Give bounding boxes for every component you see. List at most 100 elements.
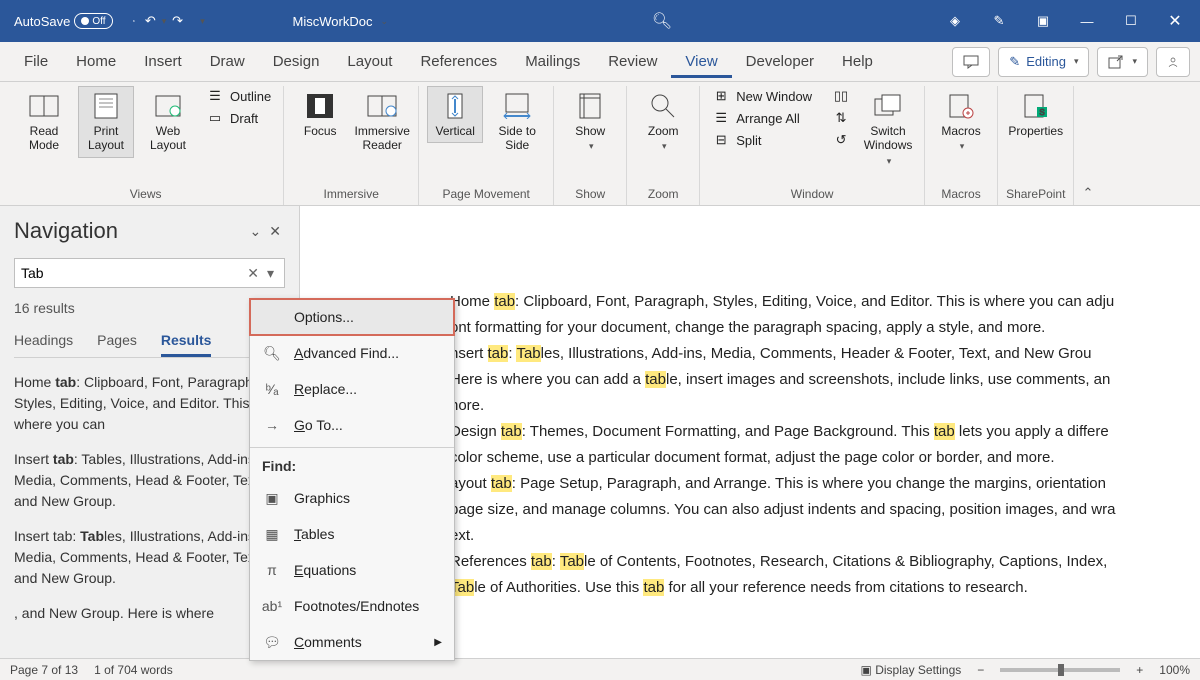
group-sharepoint: SProperties SharePoint xyxy=(998,86,1074,205)
side-to-side-button[interactable]: Side to Side xyxy=(489,86,545,158)
menu-graphics[interactable]: ▣Graphics xyxy=(250,480,454,516)
new-window-button[interactable]: ⊞New Window xyxy=(708,86,816,106)
menu-advanced-find[interactable]: 🔍︎Advanced Find... xyxy=(250,335,454,371)
show-label: Show xyxy=(575,124,605,138)
macros-label: Macros xyxy=(941,124,980,138)
tab-mailings[interactable]: Mailings xyxy=(511,45,594,78)
menu-footnotes[interactable]: ab¹Footnotes/Endnotes xyxy=(250,588,454,624)
tab-review[interactable]: Review xyxy=(594,45,671,78)
status-page[interactable]: Page 7 of 13 xyxy=(10,663,78,677)
zoom-slider[interactable] xyxy=(1000,668,1120,672)
show-button[interactable]: Show▾ xyxy=(562,86,618,157)
properties-label: Properties xyxy=(1008,124,1063,138)
diamond-icon[interactable]: ◈ xyxy=(936,6,974,36)
chevron-down-icon: ▾ xyxy=(887,156,892,167)
status-bar: Page 7 of 13 1 of 704 words ▣ Display Se… xyxy=(0,658,1200,680)
menu-equations[interactable]: πEquations xyxy=(250,552,454,588)
display-settings-label: Display Settings xyxy=(875,663,961,677)
sync-scroll-button[interactable]: ⇅ xyxy=(828,108,854,128)
nav-search-input[interactable] xyxy=(21,265,243,281)
chevron-down-icon: ▾ xyxy=(1074,56,1079,67)
draft-button[interactable]: ▭Draft xyxy=(202,108,275,128)
tab-design[interactable]: Design xyxy=(259,45,334,78)
display-settings-button[interactable]: ▣ Display Settings xyxy=(861,663,962,677)
nav-tab-headings[interactable]: Headings xyxy=(14,332,73,357)
group-show: Show▾ Show xyxy=(554,86,627,205)
document-title[interactable]: MiscWorkDoc⌄ xyxy=(293,14,388,29)
redo-icon[interactable]: ↷ xyxy=(169,12,187,30)
nav-close-icon[interactable]: ✕ xyxy=(265,219,285,244)
arrange-all-label: Arrange All xyxy=(736,111,800,126)
editing-mode-button[interactable]: ✎Editing▾ xyxy=(998,47,1089,77)
nav-tab-pages[interactable]: Pages xyxy=(97,332,137,357)
group-macros: Macros▾ Macros xyxy=(925,86,998,205)
outline-button[interactable]: ☰Outline xyxy=(202,86,275,106)
result-item[interactable]: Insert tab: Tables, Illustrations, Add-i… xyxy=(14,526,285,589)
status-words[interactable]: 1 of 704 words xyxy=(94,663,173,677)
undo-icon[interactable]: ↶▾ xyxy=(147,12,165,30)
focus-button[interactable]: Focus xyxy=(292,86,348,143)
window-icon[interactable]: ▣ xyxy=(1024,6,1062,36)
tab-insert[interactable]: Insert xyxy=(130,45,196,78)
immersive-reader-button[interactable]: Immersive Reader xyxy=(354,86,410,158)
tab-draw[interactable]: Draw xyxy=(196,45,259,78)
search-dropdown-icon[interactable]: ▾ xyxy=(263,265,278,282)
view-side-by-side-button[interactable]: ▯▯ xyxy=(828,86,854,106)
clear-search-icon[interactable]: ✕ xyxy=(243,265,263,282)
nav-collapse-icon[interactable]: ⌄ xyxy=(246,219,266,244)
group-zoom: Zoom▾ Zoom xyxy=(627,86,700,205)
read-mode-button[interactable]: Read Mode xyxy=(16,86,72,158)
results-list: Home tab: Clipboard, Font, Paragraph, St… xyxy=(14,372,285,638)
minimize-button[interactable]: — xyxy=(1068,6,1106,36)
tab-references[interactable]: References xyxy=(406,45,511,78)
search-options-menu: Options... 🔍︎Advanced Find... ᵇ⁄ₐReplace… xyxy=(249,298,455,661)
autosave-state: Off xyxy=(92,16,105,27)
tab-layout[interactable]: Layout xyxy=(333,45,406,78)
tab-view[interactable]: View xyxy=(671,45,731,78)
immersive-reader-label: Immersive Reader xyxy=(355,124,410,153)
brush-icon[interactable]: ✎ xyxy=(980,6,1018,36)
menu-goto[interactable]: →Go To... xyxy=(250,407,454,443)
split-button[interactable]: ⊟Split xyxy=(708,130,816,150)
switch-windows-button[interactable]: Switch Windows▾ xyxy=(860,86,916,172)
tab-home[interactable]: Home xyxy=(62,45,130,78)
nav-search-box[interactable]: ✕ ▾ xyxy=(14,258,285,288)
menu-comments[interactable]: 💬︎Comments▶ xyxy=(250,624,454,660)
share-button[interactable]: ▾ xyxy=(1097,47,1148,77)
tab-developer[interactable]: Developer xyxy=(732,45,828,78)
vertical-button[interactable]: Vertical xyxy=(427,86,483,143)
zoom-in-button[interactable]: + xyxy=(1136,663,1143,677)
tables-icon: ▦ xyxy=(262,526,282,543)
tab-help[interactable]: Help xyxy=(828,45,887,78)
zoom-button[interactable]: Zoom▾ xyxy=(635,86,691,157)
reset-window-button[interactable]: ↺ xyxy=(828,130,854,150)
arrange-all-button[interactable]: ☰Arrange All xyxy=(708,108,816,128)
quick-access-icon[interactable]: ▾ xyxy=(191,12,209,30)
maximize-button[interactable]: ☐ xyxy=(1112,6,1150,36)
properties-button[interactable]: SProperties xyxy=(1008,86,1064,143)
web-layout-button[interactable]: Web Layout xyxy=(140,86,196,158)
nav-tab-results[interactable]: Results xyxy=(161,332,212,357)
group-immersive: Focus Immersive Reader Immersive xyxy=(284,86,419,205)
chevron-down-icon: ▾ xyxy=(1132,56,1137,67)
macros-button[interactable]: Macros▾ xyxy=(933,86,989,157)
print-layout-button[interactable]: Print Layout xyxy=(78,86,134,158)
comments-button[interactable] xyxy=(952,47,990,77)
document-name: MiscWorkDoc xyxy=(293,14,373,29)
close-button[interactable]: ✕ xyxy=(1156,6,1194,36)
save-icon[interactable] xyxy=(125,12,143,30)
menu-tables[interactable]: ▦Tables xyxy=(250,516,454,552)
account-button[interactable] xyxy=(1156,47,1190,77)
menu-replace[interactable]: ᵇ⁄ₐReplace... xyxy=(250,371,454,407)
group-label-pagemove: Page Movement xyxy=(443,185,530,205)
search-icon[interactable]: 🔍︎ xyxy=(652,11,672,31)
zoom-level[interactable]: 100% xyxy=(1159,663,1190,677)
autosave-toggle[interactable]: AutoSave Off xyxy=(6,9,121,33)
zoom-out-button[interactable]: − xyxy=(977,663,984,677)
result-item[interactable]: Home tab: Clipboard, Font, Paragraph, St… xyxy=(14,372,285,435)
result-item[interactable]: Insert tab: Tables, Illustrations, Add-i… xyxy=(14,449,285,512)
result-item[interactable]: , and New Group. Here is where xyxy=(14,603,285,624)
collapse-ribbon-button[interactable]: ⌃ xyxy=(1074,181,1101,205)
menu-options[interactable]: Options... xyxy=(250,299,454,335)
tab-file[interactable]: File xyxy=(10,45,62,78)
